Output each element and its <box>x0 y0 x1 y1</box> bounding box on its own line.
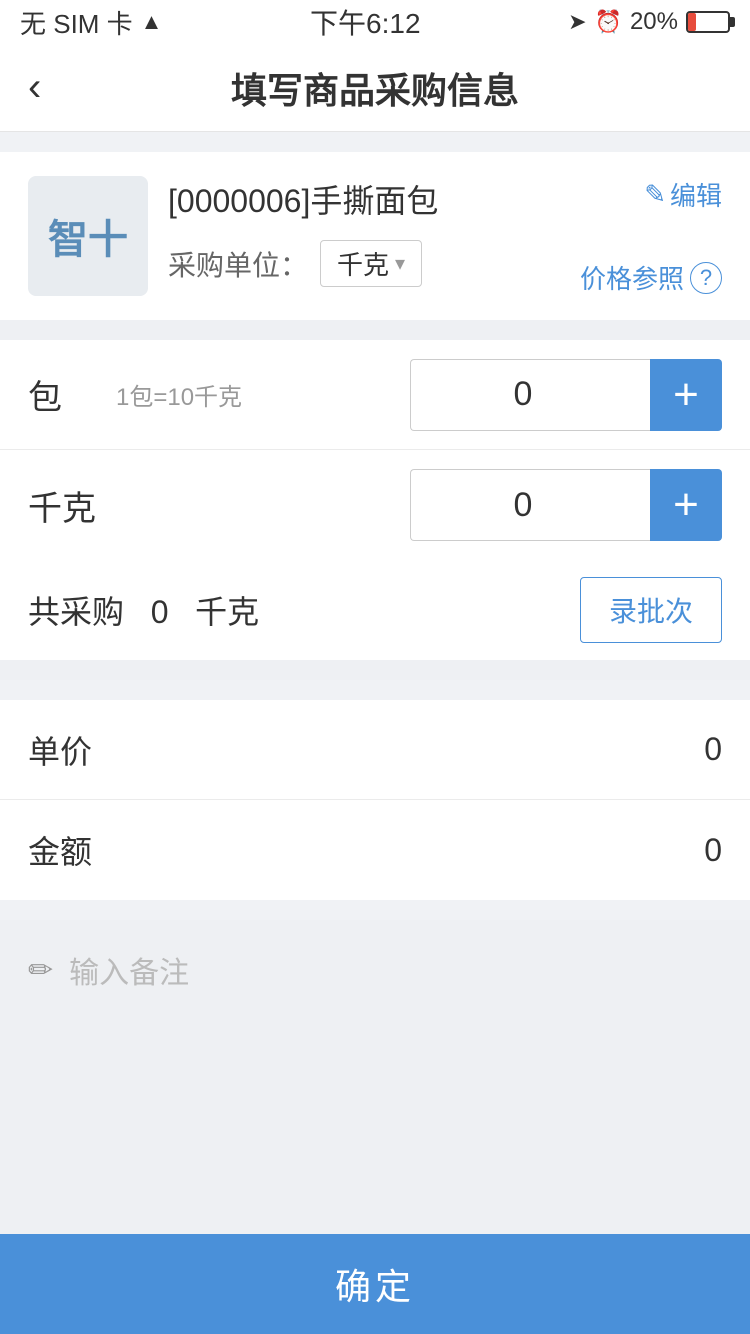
status-right: ➤ ⏰ 20% <box>568 8 730 36</box>
confirm-button[interactable]: 确定 <box>0 1234 750 1334</box>
bag-plus-button[interactable]: + <box>650 359 722 431</box>
summary-unit: 千克 <box>195 594 259 630</box>
edit-label: 编辑 <box>670 176 722 213</box>
product-card: 智十 [0000006]手撕面包 采购单位： 千克 ▾ ✎ 编辑 价格参照 ? <box>0 152 750 320</box>
battery-percent: 20% <box>630 8 678 36</box>
summary-text: 共采购 0 千克 <box>28 587 259 633</box>
unit-label: 采购单位： <box>168 244 308 284</box>
bag-label: 包 <box>28 370 108 419</box>
product-logo: 智十 <box>48 207 128 265</box>
alarm-icon: ⏰ <box>595 9 622 35</box>
kg-input-row: 千克 + <box>0 450 750 560</box>
page-title: 填写商品采购信息 <box>231 62 519 114</box>
amount-label: 金额 <box>28 827 92 873</box>
bag-sub-label: 1包=10千克 <box>116 377 242 412</box>
status-bar: 无 SIM 卡 ▲ 下午6:12 ➤ ⏰ 20% <box>0 0 750 44</box>
kg-plus-button[interactable]: + <box>650 469 722 541</box>
nav-bar: ‹ 填写商品采购信息 <box>0 44 750 132</box>
divider-2 <box>0 660 750 680</box>
status-left: 无 SIM 卡 ▲ <box>20 4 162 41</box>
amount-value: 0 <box>704 832 722 869</box>
edit-button[interactable]: ✎ 编辑 <box>644 176 722 213</box>
confirm-label: 确定 <box>335 1258 415 1310</box>
bag-quantity-input[interactable] <box>410 359 650 431</box>
product-image: 智十 <box>28 176 148 296</box>
bag-input-right: + <box>410 359 722 431</box>
wifi-icon: ▲ <box>141 9 163 35</box>
bag-input-row: 包 1包=10千克 + <box>0 340 750 450</box>
chevron-down-icon: ▾ <box>395 251 405 276</box>
notes-placeholder: 输入备注 <box>69 948 189 992</box>
unit-price-row: 单价 0 <box>0 700 750 800</box>
summary-row: 共采购 0 千克 录批次 <box>0 560 750 660</box>
kg-input-right: + <box>410 469 722 541</box>
input-section: 包 1包=10千克 + 千克 + <box>0 340 750 560</box>
pencil-icon: ✏ <box>28 953 53 988</box>
unit-price-value: 0 <box>704 731 722 768</box>
notes-section[interactable]: ✏ 输入备注 <box>0 920 750 1020</box>
carrier-text: 无 SIM 卡 <box>20 4 133 41</box>
unit-selector[interactable]: 千克 ▾ <box>320 240 422 287</box>
divider-1 <box>0 320 750 340</box>
status-time: 下午6:12 <box>310 2 421 42</box>
back-button[interactable]: ‹ <box>28 65 41 110</box>
price-section: 单价 0 金额 0 <box>0 700 750 900</box>
location-icon: ➤ <box>568 9 586 35</box>
unit-value: 千克 <box>337 245 389 282</box>
price-ref-label: 价格参照 <box>580 259 684 296</box>
kg-quantity-input[interactable] <box>410 469 650 541</box>
unit-price-label: 单价 <box>28 727 92 773</box>
price-reference-button[interactable]: 价格参照 ? <box>580 259 722 296</box>
summary-amount: 0 <box>151 594 169 630</box>
amount-row: 金额 0 <box>0 800 750 900</box>
help-icon: ? <box>690 262 722 294</box>
product-name: [0000006]手撕面包 <box>168 176 722 222</box>
kg-label: 千克 <box>28 481 108 530</box>
edit-icon: ✎ <box>644 179 666 210</box>
summary-prefix: 共采购 <box>28 594 124 630</box>
batch-button[interactable]: 录批次 <box>580 577 722 643</box>
battery-indicator <box>686 11 730 33</box>
